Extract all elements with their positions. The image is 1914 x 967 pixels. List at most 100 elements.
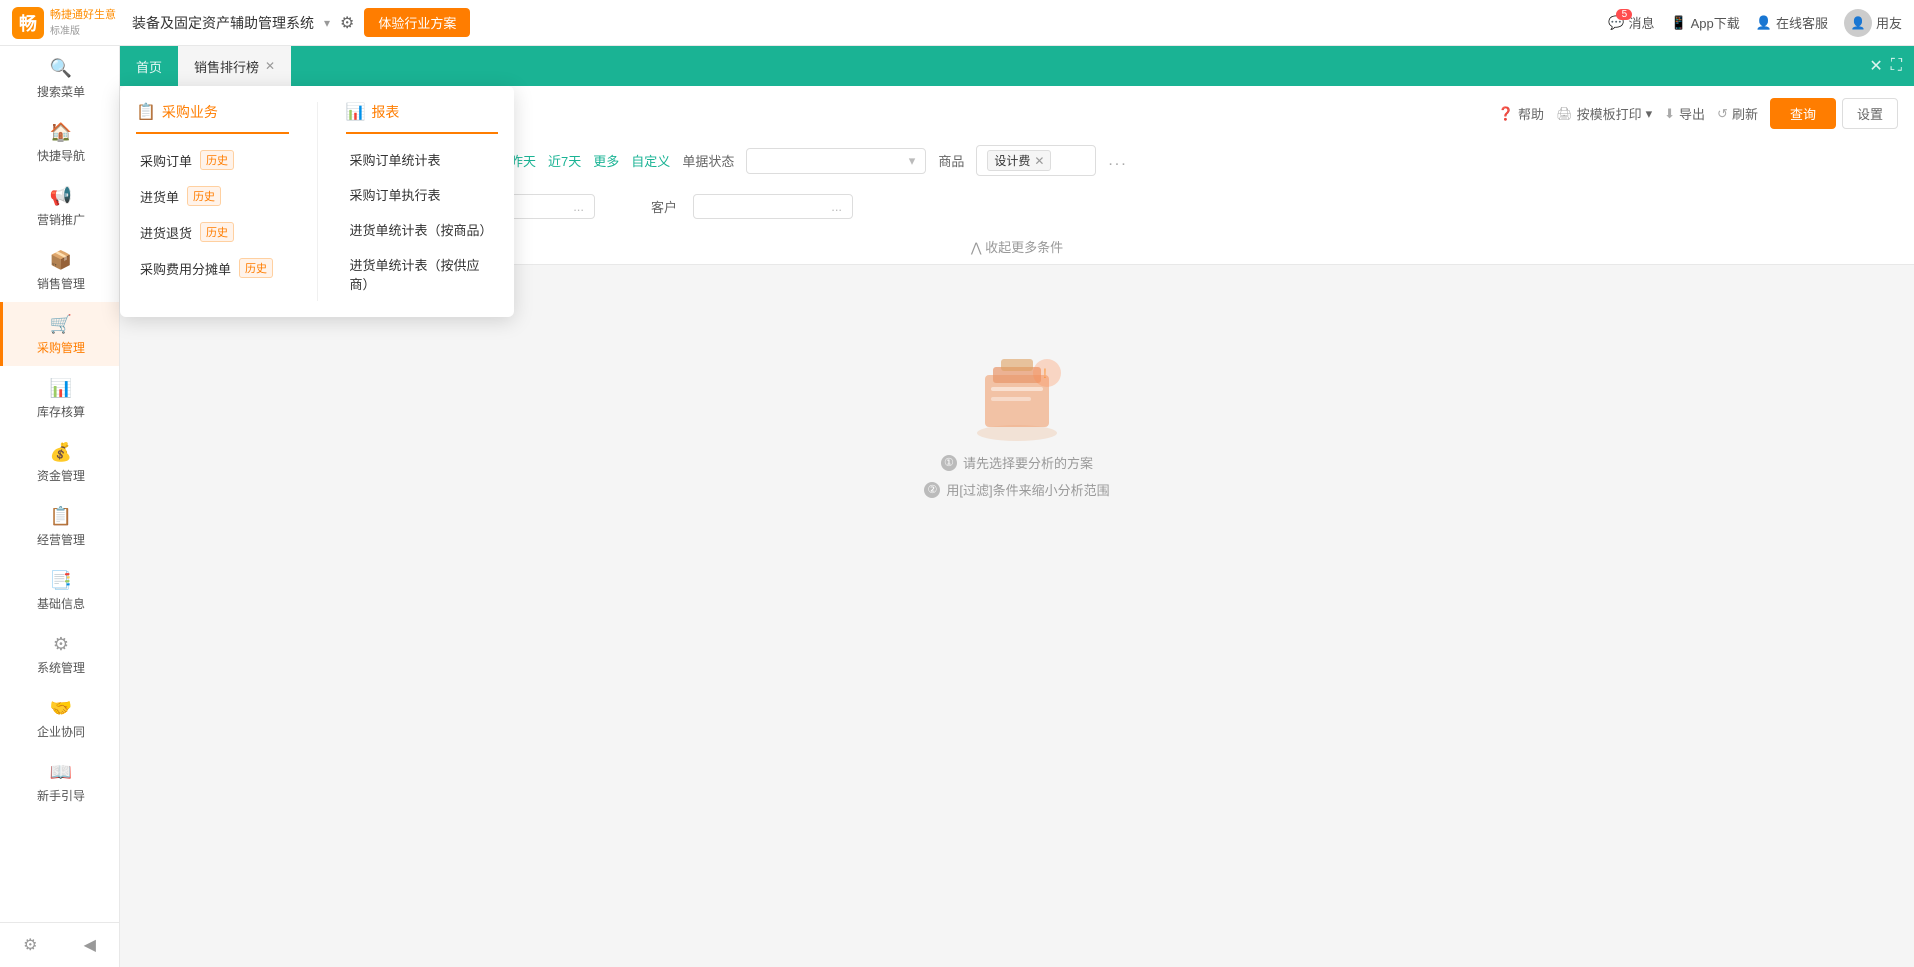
print-label: 按模板打印 xyxy=(1577,104,1642,123)
goods-return-badge: 历史 xyxy=(200,222,234,242)
sidebar-collapse-btn[interactable]: ◀ xyxy=(84,935,96,955)
report-2-label: 采购订单执行表 xyxy=(350,188,441,203)
header-center: 装备及固定资产辅助管理系统 ▾ ⚙ 体验行业方案 xyxy=(132,8,1608,37)
purchase-expense-badge: 历史 xyxy=(239,258,273,278)
date-shortcut-more[interactable]: 更多 xyxy=(593,151,619,170)
tab-maximize-icon[interactable]: ⛶ xyxy=(1891,57,1902,75)
tab-close-window-icon[interactable]: ✕ xyxy=(1869,56,1882,76)
online-service-label: 在线客服 xyxy=(1776,13,1828,32)
system-dropdown-arrow[interactable]: ▾ xyxy=(324,16,330,30)
export-button[interactable]: ⬇ 导出 xyxy=(1664,104,1705,123)
user-avatar: 👤 xyxy=(1844,9,1872,37)
purchase-expense-label: 采购费用分摊单 xyxy=(140,259,231,278)
sidebar-item-purchase[interactable]: 🛒 采购管理 xyxy=(0,302,119,366)
goods-receipt-badge: 历史 xyxy=(187,186,221,206)
goods-tag-close[interactable]: ✕ xyxy=(1034,154,1044,168)
user-button[interactable]: 👤 用友 xyxy=(1844,9,1902,37)
tab-home[interactable]: 首页 xyxy=(120,46,178,86)
sidebar-item-operations[interactable]: 📋 经营管理 xyxy=(0,494,119,558)
sidebar-item-sales[interactable]: 📦 销售管理 xyxy=(0,238,119,302)
refresh-label: 刷新 xyxy=(1732,104,1758,123)
status-label: 单据状态 xyxy=(682,151,734,170)
status-input[interactable]: ▾ xyxy=(746,148,926,174)
sidebar-bottom: ⚙ ◀ xyxy=(0,922,119,967)
empty-svg: ! xyxy=(957,345,1077,445)
sidebar-item-enterprise[interactable]: 🤝 企业协同 xyxy=(0,686,119,750)
logo-area: 畅 畅捷通好生意 标准版 xyxy=(12,7,132,39)
sidebar-item-guide[interactable]: 📖 新手引导 xyxy=(0,750,119,814)
query-button[interactable]: 查询 xyxy=(1770,98,1836,129)
purchase-section-icon: 📋 xyxy=(136,102,156,122)
goods-more-btn[interactable]: ... xyxy=(1108,152,1127,170)
sidebar-item-inventory[interactable]: 📊 库存核算 xyxy=(0,366,119,430)
date-shortcut-7days[interactable]: 近7天 xyxy=(548,151,581,170)
print-button[interactable]: 🖨 按模板打印 ▾ xyxy=(1556,104,1652,123)
goods-tag: 设计费 ✕ xyxy=(987,150,1051,171)
report-1-label: 采购订单统计表 xyxy=(350,153,441,168)
sidebar-item-system[interactable]: ⚙ 系统管理 xyxy=(0,622,119,686)
sidebar-label-guide: 新手引导 xyxy=(37,787,85,804)
sidebar: 🔍 搜索菜单 🏠 快捷导航 📢 营销推广 📦 销售管理 🛒 采购管理 📊 库存核… xyxy=(0,46,120,967)
sidebar-item-basicinfo[interactable]: 📑 基础信息 xyxy=(0,558,119,622)
refresh-button[interactable]: ↺ 刷新 xyxy=(1717,104,1758,123)
purchase-dropdown-menu: 📋 采购业务 采购订单 历史 进货单 历史 进货退货 历史 采购费用分摊单 历史… xyxy=(120,86,514,317)
sidebar-item-marketing[interactable]: 📢 营销推广 xyxy=(0,174,119,238)
logo-text: 畅捷通好生意 xyxy=(50,8,116,22)
menu-item-goods-receipt[interactable]: 进货单 历史 xyxy=(136,178,289,214)
sidebar-item-search[interactable]: 🔍 搜索菜单 xyxy=(0,46,119,110)
goods-tag-text: 设计费 xyxy=(994,152,1030,169)
empty-hint-1-text: 请先选择要分析的方案 xyxy=(963,453,1093,472)
settings-button[interactable]: 设置 xyxy=(1842,98,1898,129)
logo-badge: 标准版 xyxy=(50,22,116,37)
tab-bar: 首页 销售排行榜 ✕ ✕ ⛶ xyxy=(120,46,1914,86)
purchase-section-label: 采购业务 xyxy=(162,102,218,122)
sidebar-item-quicknav[interactable]: 🏠 快捷导航 xyxy=(0,110,119,174)
app-download-button[interactable]: 📱 App下载 xyxy=(1670,13,1739,32)
logo-icon: 畅 xyxy=(12,7,44,39)
message-badge: 5 xyxy=(1616,9,1632,20)
date-shortcut-custom[interactable]: 自定义 xyxy=(631,151,670,170)
empty-hint-1: ① 请先选择要分析的方案 xyxy=(941,453,1093,472)
menu-item-goods-return[interactable]: 进货退货 历史 xyxy=(136,214,289,250)
phone-icon: 📱 xyxy=(1670,15,1686,31)
customer-label: 客户 xyxy=(651,197,677,216)
marketing-icon: 📢 xyxy=(50,186,72,207)
menu-item-goods-stats-by-product[interactable]: 进货单统计表（按商品） xyxy=(346,212,499,247)
report-section-title: 📊 报表 xyxy=(346,102,499,134)
app-download-label: App下载 xyxy=(1691,13,1740,32)
menu-item-goods-stats-by-supplier[interactable]: 进货单统计表（按供应商） xyxy=(346,247,499,301)
status-arrow: ▾ xyxy=(909,153,916,169)
message-button[interactable]: 💬 5 消息 xyxy=(1608,13,1654,32)
tab-sales-ranking[interactable]: 销售排行榜 ✕ xyxy=(178,46,291,86)
system-title[interactable]: 装备及固定资产辅助管理系统 xyxy=(132,13,314,33)
export-icon: ⬇ xyxy=(1664,106,1675,122)
sidebar-item-finance[interactable]: 💰 资金管理 xyxy=(0,430,119,494)
sidebar-settings-btn[interactable]: ⚙ xyxy=(23,935,37,955)
tab-close-icon[interactable]: ✕ xyxy=(265,59,275,73)
tab-home-label: 首页 xyxy=(136,57,162,76)
online-service-button[interactable]: 👤 在线客服 xyxy=(1756,13,1828,32)
goods-receipt-label: 进货单 xyxy=(140,187,179,206)
system-settings-icon[interactable]: ⚙ xyxy=(340,13,354,33)
customer-input[interactable]: ... xyxy=(693,194,853,219)
goods-input[interactable]: 设计费 ✕ xyxy=(976,145,1096,176)
purchase-icon: 🛒 xyxy=(50,314,72,335)
empty-illustration: ! xyxy=(957,345,1077,445)
menu-item-purchase-order-exec[interactable]: 采购订单执行表 xyxy=(346,177,499,212)
export-label: 导出 xyxy=(1679,104,1705,123)
basicinfo-icon: 📑 xyxy=(50,570,72,591)
collapse-label: 收起更多条件 xyxy=(985,240,1063,255)
menu-item-purchase-order-stats[interactable]: 采购订单统计表 xyxy=(346,142,499,177)
print-dropdown-arrow: ▾ xyxy=(1646,106,1653,122)
report-section-icon: 📊 xyxy=(346,102,366,122)
menu-item-purchase-expense[interactable]: 采购费用分摊单 历史 xyxy=(136,250,289,286)
trial-button[interactable]: 体验行业方案 xyxy=(364,8,470,37)
sidebar-label-sales: 销售管理 xyxy=(37,275,85,292)
top-header: 畅 畅捷通好生意 标准版 装备及固定资产辅助管理系统 ▾ ⚙ 体验行业方案 💬 … xyxy=(0,0,1914,46)
report-section-label: 报表 xyxy=(371,102,399,122)
help-button[interactable]: ❓ 帮助 xyxy=(1498,104,1544,123)
empty-hint-2: ② 用[过滤]条件来缩小分析范围 xyxy=(924,480,1109,499)
menu-item-purchase-order[interactable]: 采购订单 历史 xyxy=(136,142,289,178)
purchase-order-badge: 历史 xyxy=(200,150,234,170)
tab-bar-right: ✕ ⛶ xyxy=(1869,56,1914,76)
